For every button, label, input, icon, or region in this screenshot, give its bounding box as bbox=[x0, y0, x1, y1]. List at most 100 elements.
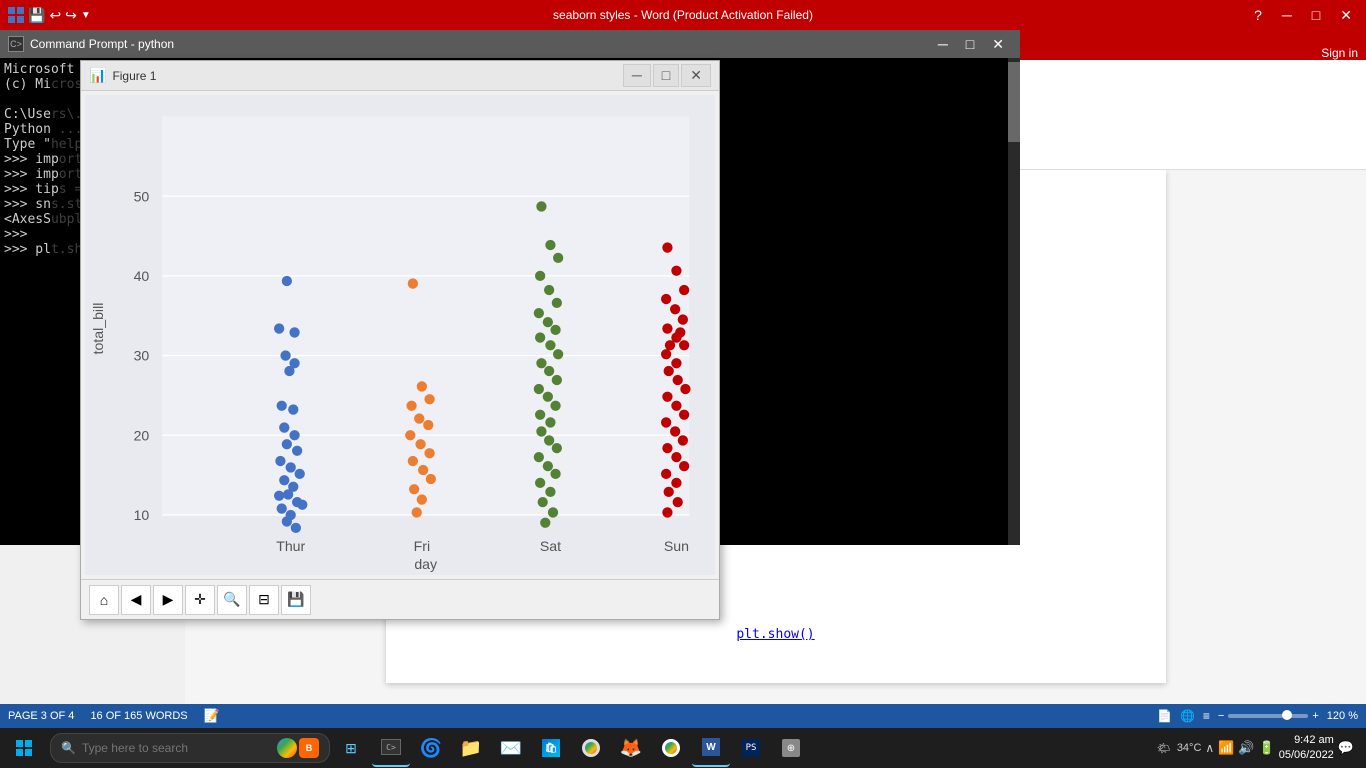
maximize-button[interactable]: □ bbox=[1306, 5, 1326, 25]
store-icon: 🛍 bbox=[542, 739, 560, 757]
taskbar-edge-app[interactable]: 🌀 bbox=[412, 729, 450, 767]
fig-maximize-button[interactable]: □ bbox=[653, 64, 679, 87]
close-button[interactable]: ✕ bbox=[1334, 5, 1358, 26]
cmd-minimize-button[interactable]: ─ bbox=[930, 34, 956, 55]
taskbar-cmd-app[interactable]: C> bbox=[372, 729, 410, 767]
save-icon[interactable]: 💾 bbox=[28, 7, 45, 24]
volume-icon[interactable]: 🔊 bbox=[1238, 740, 1254, 756]
undo-icon[interactable]: ↩ bbox=[49, 7, 61, 24]
svg-text:Thur: Thur bbox=[276, 538, 305, 554]
svg-text:20: 20 bbox=[134, 427, 150, 443]
status-right: 📄 🌐 ≡ − + 120 % bbox=[1157, 709, 1358, 723]
svg-text:Sat: Sat bbox=[540, 538, 561, 554]
show-hidden-icons-button[interactable]: ∧ bbox=[1205, 741, 1214, 755]
fig-home-button[interactable]: ⌂ bbox=[89, 585, 119, 615]
svg-text:Fri: Fri bbox=[414, 538, 430, 554]
zoom-slider[interactable] bbox=[1228, 714, 1308, 718]
taskbar-browser2-app[interactable]: 🦊 bbox=[612, 729, 650, 767]
sign-in-link[interactable]: Sign in bbox=[1321, 46, 1358, 60]
proofing-icon[interactable]: 📝 bbox=[204, 708, 220, 724]
taskbar: 🔍 B ⊞ C> 🌀 📁 ✉️ 🛍 🦊 W PS bbox=[0, 728, 1366, 768]
taskbar-mail-app[interactable]: ✉️ bbox=[492, 729, 530, 767]
taskbar-search-input[interactable] bbox=[82, 741, 271, 755]
chrome-icon-1 bbox=[582, 739, 600, 757]
cmd-scrollbar-thumb bbox=[1008, 62, 1020, 142]
svg-text:10: 10 bbox=[134, 507, 150, 523]
cmd-scrollbar[interactable] bbox=[1008, 58, 1020, 545]
cmd-window-title: Command Prompt - python bbox=[30, 37, 174, 51]
taskbar-other-app[interactable]: ⊕ bbox=[772, 729, 810, 767]
explorer-icon: 📁 bbox=[460, 738, 482, 759]
taskbar-store-app[interactable]: 🛍 bbox=[532, 729, 570, 767]
mail-icon: ✉️ bbox=[500, 738, 522, 759]
svg-text:total_bill: total_bill bbox=[90, 303, 106, 355]
other-app-icon: ⊕ bbox=[782, 739, 800, 757]
figure-title: Figure 1 bbox=[112, 69, 156, 83]
minimize-button[interactable]: ─ bbox=[1276, 5, 1298, 25]
fig-minimize-button[interactable]: ─ bbox=[623, 64, 651, 87]
svg-text:Sun: Sun bbox=[664, 538, 689, 554]
page-status: PAGE 3 OF 4 bbox=[8, 710, 74, 722]
clock-date: 05/06/2022 bbox=[1279, 748, 1334, 763]
svg-text:40: 40 bbox=[134, 268, 150, 284]
plt-show-text: plt.show() bbox=[736, 627, 814, 642]
zoom-out-button[interactable]: − bbox=[1218, 710, 1224, 722]
zoom-control[interactable]: − + 120 % bbox=[1218, 710, 1358, 722]
figure-titlebar: 📊 Figure 1 ─ □ ✕ bbox=[81, 61, 719, 91]
taskbar-terminal-app[interactable]: PS bbox=[732, 729, 770, 767]
battery-icon: 🔋 bbox=[1259, 740, 1275, 756]
task-view-icon: ⊞ bbox=[345, 740, 357, 757]
taskbar-search[interactable]: 🔍 B bbox=[50, 733, 330, 763]
fig-save-button[interactable]: 💾 bbox=[281, 585, 311, 615]
windows-logo-icon bbox=[16, 740, 32, 756]
fig-pan-button[interactable]: ✛ bbox=[185, 585, 215, 615]
bing-icon: B bbox=[299, 738, 319, 758]
task-view-button[interactable]: ⊞ bbox=[332, 729, 370, 767]
word-icon: W bbox=[702, 738, 720, 756]
taskbar-clock[interactable]: 9:42 am 05/06/2022 bbox=[1279, 733, 1334, 764]
window-title: seaborn styles - Word (Product Activatio… bbox=[553, 8, 813, 22]
zoom-level: 120 % bbox=[1327, 710, 1358, 722]
cmd-maximize-button[interactable]: □ bbox=[958, 34, 982, 55]
cmd-titlebar: C> Command Prompt - python ─ □ ✕ bbox=[0, 30, 1020, 58]
view-mode-outline[interactable]: ≡ bbox=[1203, 709, 1210, 723]
taskbar-word-app[interactable]: W bbox=[692, 729, 730, 767]
fig-configure-button[interactable]: ⊟ bbox=[249, 585, 279, 615]
svg-text:30: 30 bbox=[134, 348, 150, 364]
chart-svg: 50 40 30 20 10 total_bill Thur Fri Sat S… bbox=[85, 95, 715, 575]
google-icon bbox=[277, 738, 297, 758]
taskbar-explorer-app[interactable]: 📁 bbox=[452, 729, 490, 767]
view-mode-web[interactable]: 🌐 bbox=[1180, 709, 1195, 723]
svg-text:50: 50 bbox=[134, 188, 150, 204]
cmd-taskbar-icon: C> bbox=[381, 739, 401, 755]
clock-time: 9:42 am bbox=[1279, 733, 1334, 748]
edge-icon: 🌀 bbox=[420, 738, 442, 759]
words-status: 16 OF 165 WORDS bbox=[90, 710, 187, 722]
start-button[interactable] bbox=[4, 728, 44, 768]
temperature-display: 34°C bbox=[1177, 742, 1202, 754]
view-mode-print[interactable]: 📄 bbox=[1157, 709, 1172, 723]
fig-close-button[interactable]: ✕ bbox=[681, 64, 711, 87]
sys-icons-group: 🌤 34°C bbox=[1157, 742, 1202, 755]
notifications-button[interactable]: 💬 bbox=[1338, 740, 1354, 756]
cmd-close-button[interactable]: ✕ bbox=[984, 34, 1012, 55]
weather-icon: 🌤 bbox=[1157, 742, 1171, 755]
fig-forward-button[interactable]: ▶ bbox=[153, 585, 183, 615]
figure-controls: ─ □ ✕ bbox=[623, 64, 711, 87]
taskbar-chrome-app1[interactable] bbox=[572, 729, 610, 767]
figure-icon: 📊 bbox=[89, 67, 106, 84]
customize-icon[interactable]: ▼ bbox=[81, 10, 91, 21]
help-icon[interactable]: ? bbox=[1248, 5, 1268, 25]
system-tray: 🌤 34°C ∧ 📶 🔊 🔋 9:42 am 05/06/2022 💬 bbox=[1157, 733, 1362, 764]
window-controls: ? ─ □ ✕ bbox=[1248, 5, 1358, 26]
taskbar-chrome-app2[interactable] bbox=[652, 729, 690, 767]
chrome-icon-2 bbox=[662, 739, 680, 757]
fig-back-button[interactable]: ◀ bbox=[121, 585, 151, 615]
browser2-icon: 🦊 bbox=[620, 738, 642, 759]
zoom-in-button[interactable]: + bbox=[1312, 710, 1318, 722]
title-bar: 💾 ↩ ↪ ▼ seaborn styles - Word (Product A… bbox=[0, 0, 1366, 30]
redo-icon[interactable]: ↪ bbox=[65, 7, 77, 24]
network-icon[interactable]: 📶 bbox=[1218, 740, 1234, 756]
fig-zoom-button[interactable]: 🔍 bbox=[217, 585, 247, 615]
fig-title-left: 📊 Figure 1 bbox=[89, 67, 156, 84]
